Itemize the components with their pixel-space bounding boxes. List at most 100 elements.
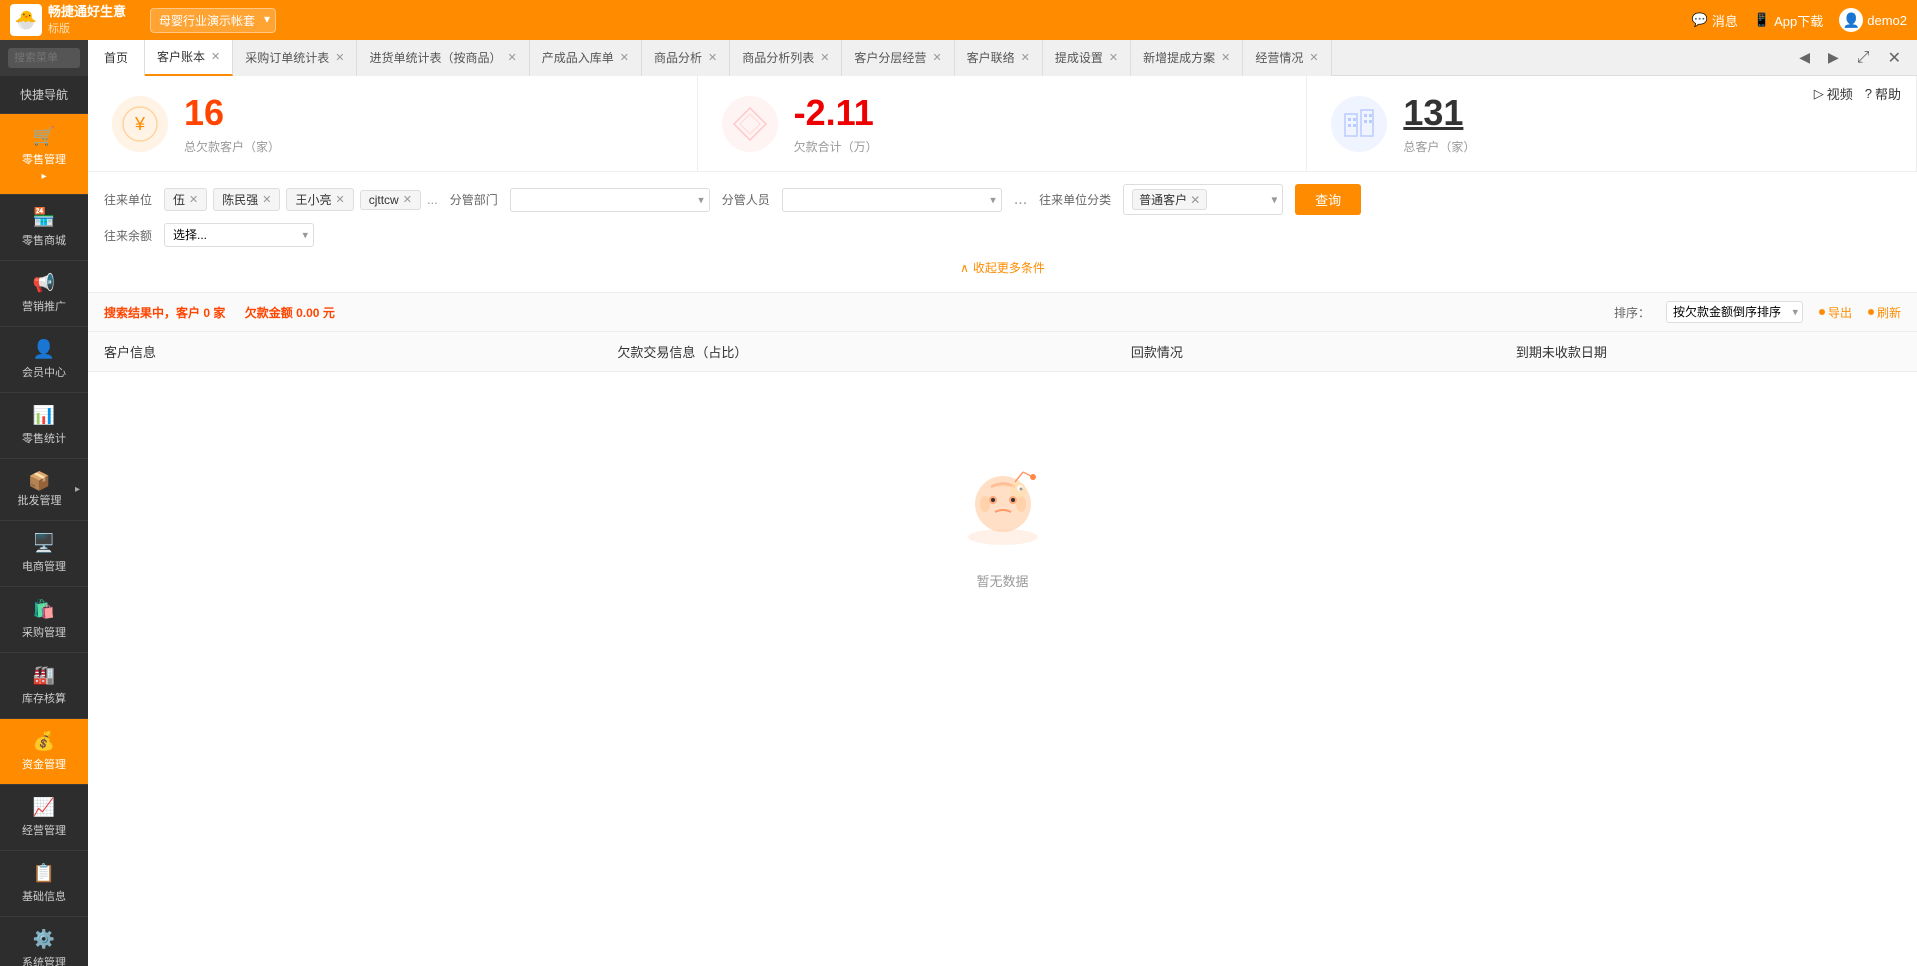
tag-1[interactable]: 伍 ✕ <box>164 188 207 211</box>
tab-purchase-order[interactable]: 采购订单统计表 ✕ <box>233 40 357 76</box>
batch-mgmt-label: 批发管理 <box>17 492 61 508</box>
tab-goods-analysis[interactable]: 商品分析 ✕ <box>642 40 730 76</box>
tab-product-in-label: 产成品入库单 <box>542 49 614 66</box>
tab-stock-stat-label: 进货单统计表（按商品） <box>369 49 501 66</box>
tab-reminder-setting-close[interactable]: ✕ <box>1109 51 1118 64</box>
refresh-dot-icon <box>1868 309 1874 315</box>
tag-2-close[interactable]: ✕ <box>262 193 271 206</box>
chevron-icon: ▸ <box>41 171 46 182</box>
tab-close-all[interactable]: ✕ <box>1880 48 1909 68</box>
sidebar-item-inventory[interactable]: 🏭 库存核算 <box>0 653 88 719</box>
message-label: 消息 <box>1712 11 1738 30</box>
tab-customer-account-close[interactable]: ✕ <box>211 50 220 63</box>
dept-label: 分管部门 <box>450 191 498 208</box>
diamond-icon <box>730 104 770 144</box>
video-help-link[interactable]: ▷ 视频 <box>1814 84 1853 103</box>
sidebar-item-batch-mgmt[interactable]: 📦 批发管理 ▸ <box>0 459 88 521</box>
sidebar-item-retail-stat[interactable]: 📊 零售统计 <box>0 393 88 459</box>
tab-goods-analysis-label: 商品分析 <box>654 49 702 66</box>
sidebar-item-sys-mgmt[interactable]: ⚙️ 系统管理 <box>0 917 88 966</box>
tag-4[interactable]: cjttcw ✕ <box>360 190 421 210</box>
tags-more[interactable]: ... <box>427 192 438 207</box>
tab-home[interactable]: 首页 <box>88 40 145 76</box>
tab-scroll-left[interactable]: ◀ <box>1791 49 1818 66</box>
sort-select[interactable]: 按欠款金额倒序排序 <box>1666 301 1803 323</box>
app-download-btn[interactable]: 📱 App下载 <box>1754 11 1823 30</box>
sidebar-item-retail-mgmt[interactable]: 🛒 零售管理 ▸ <box>0 114 88 195</box>
refresh-btn[interactable]: 刷新 <box>1868 304 1901 321</box>
top-bar-left: 🐣 畅捷通好生意 标版 母婴行业演示帐套 <box>10 4 276 36</box>
tab-reminder-setting[interactable]: 提成设置 ✕ <box>1043 40 1131 76</box>
member-label: 会员中心 <box>22 364 66 380</box>
tag-4-close[interactable]: ✕ <box>403 193 412 206</box>
tab-customer-account[interactable]: 客户账本 ✕ <box>145 40 233 76</box>
tab-customer-tier-label: 客户分层经营 <box>854 49 926 66</box>
marketing-label: 营销推广 <box>22 298 66 314</box>
person-select-wrap <box>782 188 1002 212</box>
stat-amount-icon <box>722 96 778 152</box>
sidebar-item-finance[interactable]: 💰 资金管理 <box>0 719 88 785</box>
sidebar-item-marketing[interactable]: 📢 营销推广 <box>0 261 88 327</box>
tab-customer-contact-close[interactable]: ✕ <box>1021 51 1030 64</box>
tag-3[interactable]: 王小亮 ✕ <box>286 188 353 211</box>
stat-overdue-amount: -2.11 欠款合计（万） <box>698 76 1308 171</box>
export-btn[interactable]: 导出 <box>1819 304 1852 321</box>
empty-illustration <box>953 452 1053 555</box>
tab-customer-contact[interactable]: 客户联络 ✕ <box>955 40 1043 76</box>
sidebar-item-base-info[interactable]: 📋 基础信息 <box>0 851 88 917</box>
tab-operations-close[interactable]: ✕ <box>1309 51 1318 64</box>
sidebar-item-member[interactable]: 👤 会员中心 <box>0 327 88 393</box>
tab-goods-analysis-close[interactable]: ✕ <box>708 51 717 64</box>
collapse-label: 收起更多条件 <box>973 259 1045 276</box>
tab-customer-account-label: 客户账本 <box>157 48 205 65</box>
tab-customer-tier-close[interactable]: ✕ <box>932 51 941 64</box>
tab-goods-analysis-list[interactable]: 商品分析列表 ✕ <box>730 40 842 76</box>
tab-customer-tier[interactable]: 客户分层经营 ✕ <box>842 40 954 76</box>
sidebar-item-ecommerce[interactable]: 🖥️ 电商管理 <box>0 521 88 587</box>
tag-3-close[interactable]: ✕ <box>336 193 345 206</box>
app-download-label: App下载 <box>1774 11 1823 30</box>
unit-class-tag-close[interactable]: ✕ <box>1190 193 1200 207</box>
balance-select[interactable]: 选择... <box>164 223 314 247</box>
tag-1-close[interactable]: ✕ <box>189 193 198 206</box>
tab-new-achievement[interactable]: 新增提成方案 ✕ <box>1131 40 1243 76</box>
query-button[interactable]: 查询 <box>1295 184 1361 215</box>
collapse-btn[interactable]: ∧ 收起更多条件 <box>956 255 1049 280</box>
tab-stock-stat-close[interactable]: ✕ <box>508 51 517 64</box>
tab-scroll-right[interactable]: ▶ <box>1820 49 1847 66</box>
sidebar-item-retail-shop[interactable]: 🏪 零售商城 <box>0 195 88 261</box>
tab-product-in[interactable]: 产成品入库单 ✕ <box>530 40 642 76</box>
tag-2[interactable]: 陈民强 ✕ <box>213 188 280 211</box>
unit-class-select[interactable]: 普通客户 ✕ ▾ <box>1123 184 1283 215</box>
sidebar-item-purchase[interactable]: 🛍️ 采购管理 <box>0 587 88 653</box>
search-input[interactable] <box>8 48 80 68</box>
main-content: ¥ 16 总欠款客户（家） <box>88 76 1917 966</box>
base-info-label: 基础信息 <box>22 888 66 904</box>
tab-stock-stat[interactable]: 进货单统计表（按商品） ✕ <box>357 40 529 76</box>
sidebar-item-operations-mgmt[interactable]: 📈 经营管理 <box>0 785 88 851</box>
message-btn[interactable]: 💬 消息 <box>1692 11 1738 30</box>
account-dropdown[interactable]: 母婴行业演示帐套 <box>150 8 276 33</box>
dept-select[interactable] <box>510 188 710 212</box>
tab-purchase-order-label: 采购订单统计表 <box>245 49 329 66</box>
empty-svg <box>953 452 1053 552</box>
tab-new-achievement-close[interactable]: ✕ <box>1221 51 1230 64</box>
filter-row-1: 往来单位 伍 ✕ 陈民强 ✕ <box>104 184 1901 215</box>
sidebar-item-quick-nav[interactable]: 快捷导航 <box>0 76 88 114</box>
tab-new-achievement-label: 新增提成方案 <box>1143 49 1215 66</box>
tab-purchase-order-close[interactable]: ✕ <box>335 51 344 64</box>
export-dot-icon <box>1819 309 1825 315</box>
tab-operations[interactable]: 经营情况 ✕ <box>1243 40 1331 76</box>
person-select[interactable] <box>782 188 1002 212</box>
table-header-overdue-info: 欠款交易信息（占比） <box>617 342 1130 361</box>
tab-goods-analysis-list-close[interactable]: ✕ <box>820 51 829 64</box>
person-more-dots[interactable]: ... <box>1014 191 1027 209</box>
help-link[interactable]: ? 帮助 <box>1865 84 1901 103</box>
content-wrapper: ¥ 16 总欠款客户（家） <box>88 76 1917 670</box>
user-btn[interactable]: 👤 demo2 <box>1839 8 1907 32</box>
tab-product-in-close[interactable]: ✕ <box>620 51 629 64</box>
tab-expand[interactable]: ⤢ <box>1849 49 1878 67</box>
stat-customers-info: 16 总欠款客户（家） <box>184 92 280 155</box>
building-icon <box>1339 104 1379 144</box>
unit-class-tag-label: 普通客户 <box>1139 191 1187 208</box>
